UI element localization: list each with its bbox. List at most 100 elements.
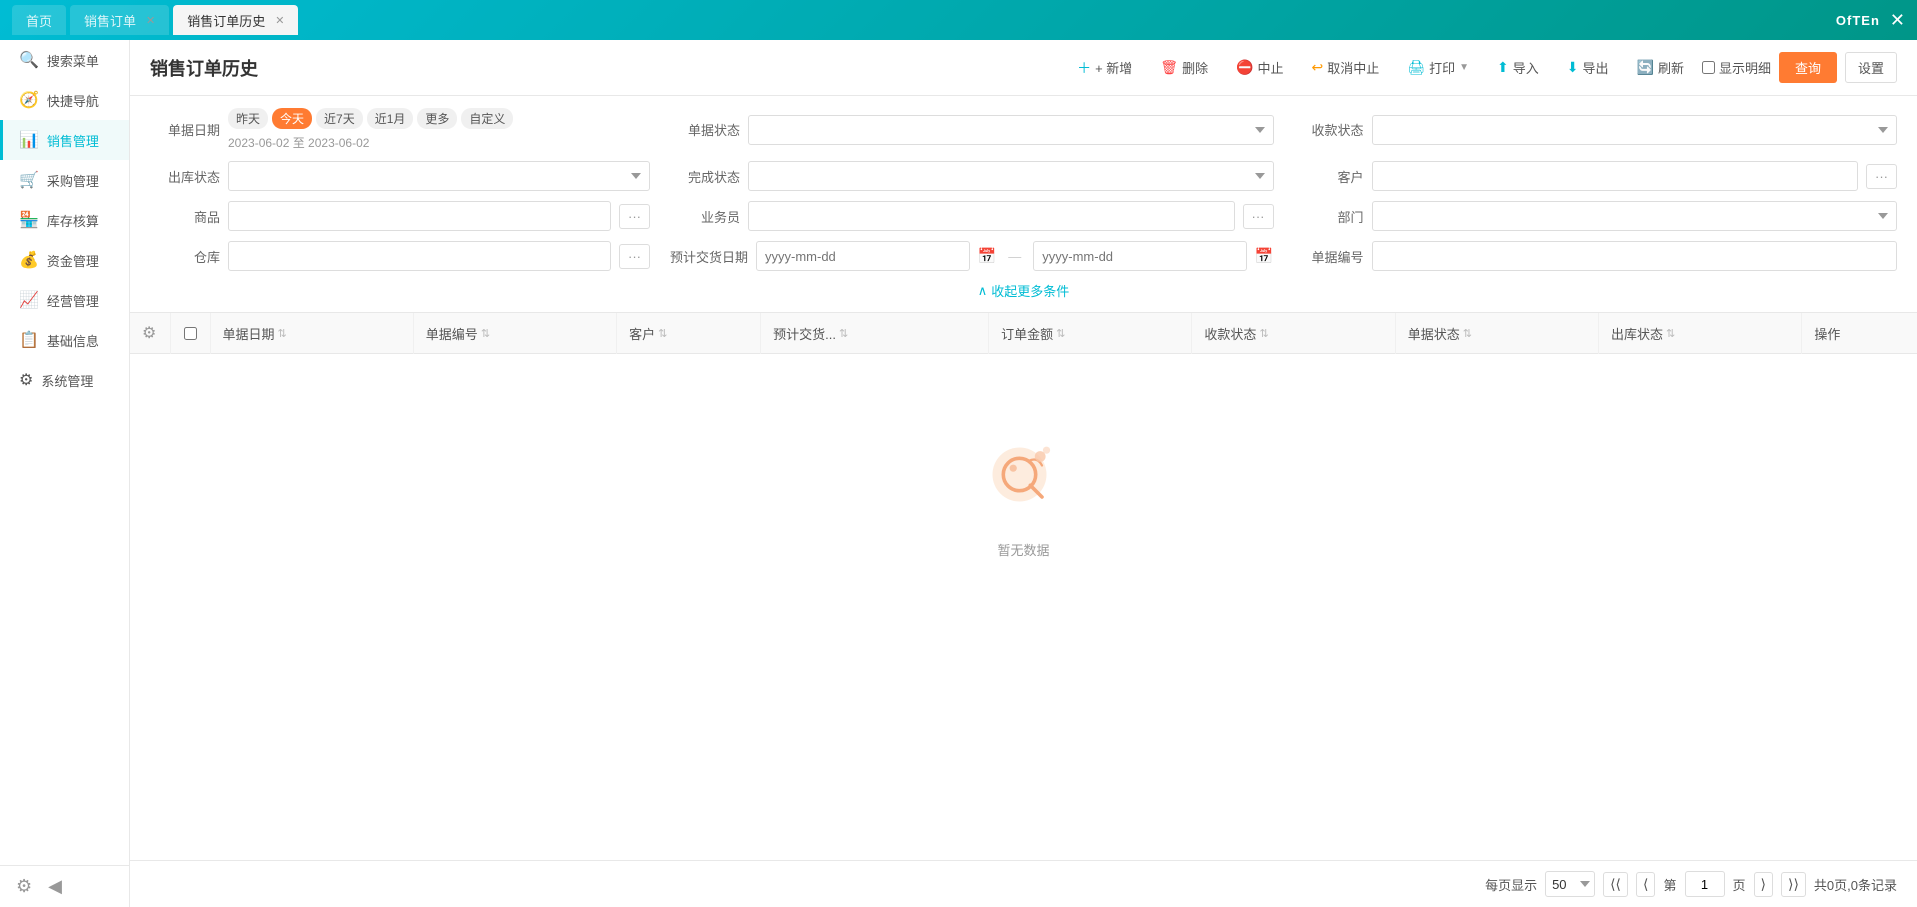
query-button[interactable]: 查询 (1779, 52, 1837, 83)
filter-row-2: 出库状态 完成状态 客户 ··· (150, 161, 1897, 191)
th-gear: ⚙ (130, 313, 170, 354)
th-date[interactable]: 单据日期 ⇅ (210, 313, 413, 354)
page-size-label: 每页显示 (1485, 875, 1537, 894)
page-next-btn[interactable]: ⟩ (1754, 872, 1773, 897)
import-button[interactable]: ⬆ 导入 (1487, 53, 1549, 82)
collapse-row[interactable]: ∧ 收起更多条件 (150, 281, 1897, 300)
sidebar-item-inventory-calc[interactable]: 🏪 库存核算 (0, 200, 129, 240)
sidebar-item-purchase-mgmt[interactable]: 🛒 采购管理 (0, 160, 129, 200)
show-detail-checkbox[interactable] (1702, 61, 1715, 74)
th-delivery[interactable]: 预计交货... ⇅ (761, 313, 989, 354)
filter-customer: 客户 ··· (1294, 161, 1898, 191)
tab-sales-order[interactable]: 销售订单 ✕ (70, 5, 169, 35)
date-badge-more[interactable]: 更多 (417, 108, 457, 129)
table-area: ⚙ 单据日期 ⇅ (130, 313, 1917, 860)
sidebar: 🔍 搜索菜单 🧭 快捷导航 📊 销售管理 🛒 采购管理 🏪 库存核算 💰 资金管… (0, 40, 130, 907)
filter-goods: 商品 ··· (150, 201, 650, 231)
page-input[interactable] (1685, 871, 1725, 897)
bill-status-select[interactable] (748, 115, 1274, 145)
page-label: 页 (1733, 875, 1746, 894)
cancel-stop-button[interactable]: ↩ 取消中止 (1302, 53, 1390, 82)
warehouse-dots-btn[interactable]: ··· (619, 244, 650, 269)
th-customer[interactable]: 客户 ⇅ (617, 313, 761, 354)
window-close-btn[interactable]: ✕ (1890, 10, 1905, 31)
th-pay-status[interactable]: 收款状态 ⇅ (1192, 313, 1395, 354)
delete-icon: 🗑 (1160, 59, 1178, 76)
sort-out-status-icon: ⇅ (1666, 327, 1675, 340)
stop-button[interactable]: ⛔ 中止 (1226, 53, 1293, 82)
th-out-status[interactable]: 出库状态 ⇅ (1599, 313, 1802, 354)
tab-sales-order-close[interactable]: ✕ (146, 14, 155, 27)
date-badge-custom[interactable]: 自定义 (461, 108, 513, 129)
settings-button[interactable]: 设置 (1845, 52, 1897, 83)
delete-button[interactable]: 🗑 删除 (1150, 53, 1218, 82)
customer-dots-btn[interactable]: ··· (1866, 164, 1897, 189)
filter-warehouse-label: 仓库 (150, 247, 220, 266)
th-bill-status[interactable]: 单据状态 ⇅ (1395, 313, 1598, 354)
select-all-checkbox[interactable] (184, 327, 197, 340)
warehouse-input[interactable] (228, 241, 611, 271)
pay-status-select[interactable] (1372, 115, 1898, 145)
filter-delivery-date-label: 预计交货日期 (670, 247, 748, 266)
show-detail-checkbox-label[interactable]: 显示明细 (1702, 58, 1771, 77)
date-badge-today[interactable]: 今天 (272, 108, 312, 129)
filter-date-label: 单据日期 (150, 120, 220, 139)
empty-state-text: 暂无数据 (997, 540, 1049, 559)
sidebar-item-fund-mgmt-label: 资金管理 (47, 251, 99, 270)
cal-start-icon[interactable]: 📅 (978, 247, 997, 265)
refresh-button[interactable]: 🔄 刷新 (1627, 53, 1694, 82)
customer-input[interactable] (1372, 161, 1859, 191)
page-last-btn[interactable]: ⟩⟩ (1781, 872, 1806, 897)
th-no-label: 单据编号 (426, 324, 478, 343)
cancel-stop-button-label: 取消中止 (1327, 58, 1379, 77)
sidebar-settings-icon[interactable]: ⚙ (16, 876, 32, 897)
cal-end-icon[interactable]: 📅 (1255, 247, 1274, 265)
th-amount[interactable]: 订单金额 ⇅ (989, 313, 1192, 354)
page-go-label: 第 (1663, 875, 1676, 894)
new-button[interactable]: ＋ + 新增 (1067, 53, 1142, 83)
date-badge-yesterday[interactable]: 昨天 (228, 108, 268, 129)
sidebar-item-ops-mgmt-label: 经营管理 (47, 291, 99, 310)
filter-customer-label: 客户 (1294, 167, 1364, 186)
sidebar-item-sales-mgmt[interactable]: 📊 销售管理 (0, 120, 129, 160)
cancel-stop-icon: ↩ (1312, 59, 1324, 76)
sidebar-collapse-icon[interactable]: ◀ (48, 876, 62, 897)
date-badge-1month[interactable]: 近1月 (367, 108, 414, 129)
tab-sales-order-history[interactable]: 销售订单历史 ✕ (173, 5, 298, 35)
empty-state-illustration (979, 434, 1069, 524)
date-badge-7days[interactable]: 近7天 (316, 108, 363, 129)
filter-warehouse: 仓库 ··· (150, 241, 650, 271)
main-layout: 🔍 搜索菜单 🧭 快捷导航 📊 销售管理 🛒 采购管理 🏪 库存核算 💰 资金管… (0, 40, 1917, 907)
delivery-date-end[interactable] (1033, 241, 1247, 271)
dept-select[interactable] (1372, 201, 1898, 231)
sidebar-item-ops-mgmt[interactable]: 📈 经营管理 (0, 280, 129, 320)
gear-icon[interactable]: ⚙ (142, 325, 156, 342)
page-first-btn[interactable]: ⟨⟨ (1603, 872, 1628, 897)
print-button-label: 打印 (1429, 58, 1455, 77)
top-bar-right: OfTEn ✕ (1836, 10, 1905, 31)
sidebar-item-search-menu[interactable]: 🔍 搜索菜单 (0, 40, 129, 80)
tab-sales-order-history-close[interactable]: ✕ (275, 14, 284, 27)
order-no-input[interactable] (1372, 241, 1898, 271)
salesman-input[interactable] (748, 201, 1235, 231)
th-action: 操作 (1802, 313, 1917, 354)
filter-order-no-label: 单据编号 (1294, 247, 1364, 266)
page-prev-btn[interactable]: ⟨ (1636, 872, 1655, 897)
goods-dots-btn[interactable]: ··· (619, 204, 650, 229)
sidebar-item-sys-mgmt[interactable]: ⚙ 系统管理 (0, 360, 129, 400)
page-size-select[interactable]: 10 20 50 100 (1545, 871, 1595, 897)
date-dash: — (1008, 249, 1021, 264)
delivery-date-start[interactable] (756, 241, 970, 271)
th-no[interactable]: 单据编号 ⇅ (413, 313, 616, 354)
sidebar-item-basic-info[interactable]: 📋 基础信息 (0, 320, 129, 360)
sidebar-item-fund-mgmt[interactable]: 💰 资金管理 (0, 240, 129, 280)
goods-input[interactable] (228, 201, 611, 231)
out-status-select[interactable] (228, 161, 650, 191)
tab-home[interactable]: 首页 (12, 5, 66, 35)
complete-status-select[interactable] (748, 161, 1274, 191)
salesman-dots-btn[interactable]: ··· (1243, 204, 1274, 229)
data-table: ⚙ 单据日期 ⇅ (130, 313, 1917, 354)
export-button[interactable]: ⬇ 导出 (1557, 53, 1619, 82)
sidebar-item-quick-nav[interactable]: 🧭 快捷导航 (0, 80, 129, 120)
print-button[interactable]: 🖨 打印 ▼ (1397, 53, 1479, 82)
